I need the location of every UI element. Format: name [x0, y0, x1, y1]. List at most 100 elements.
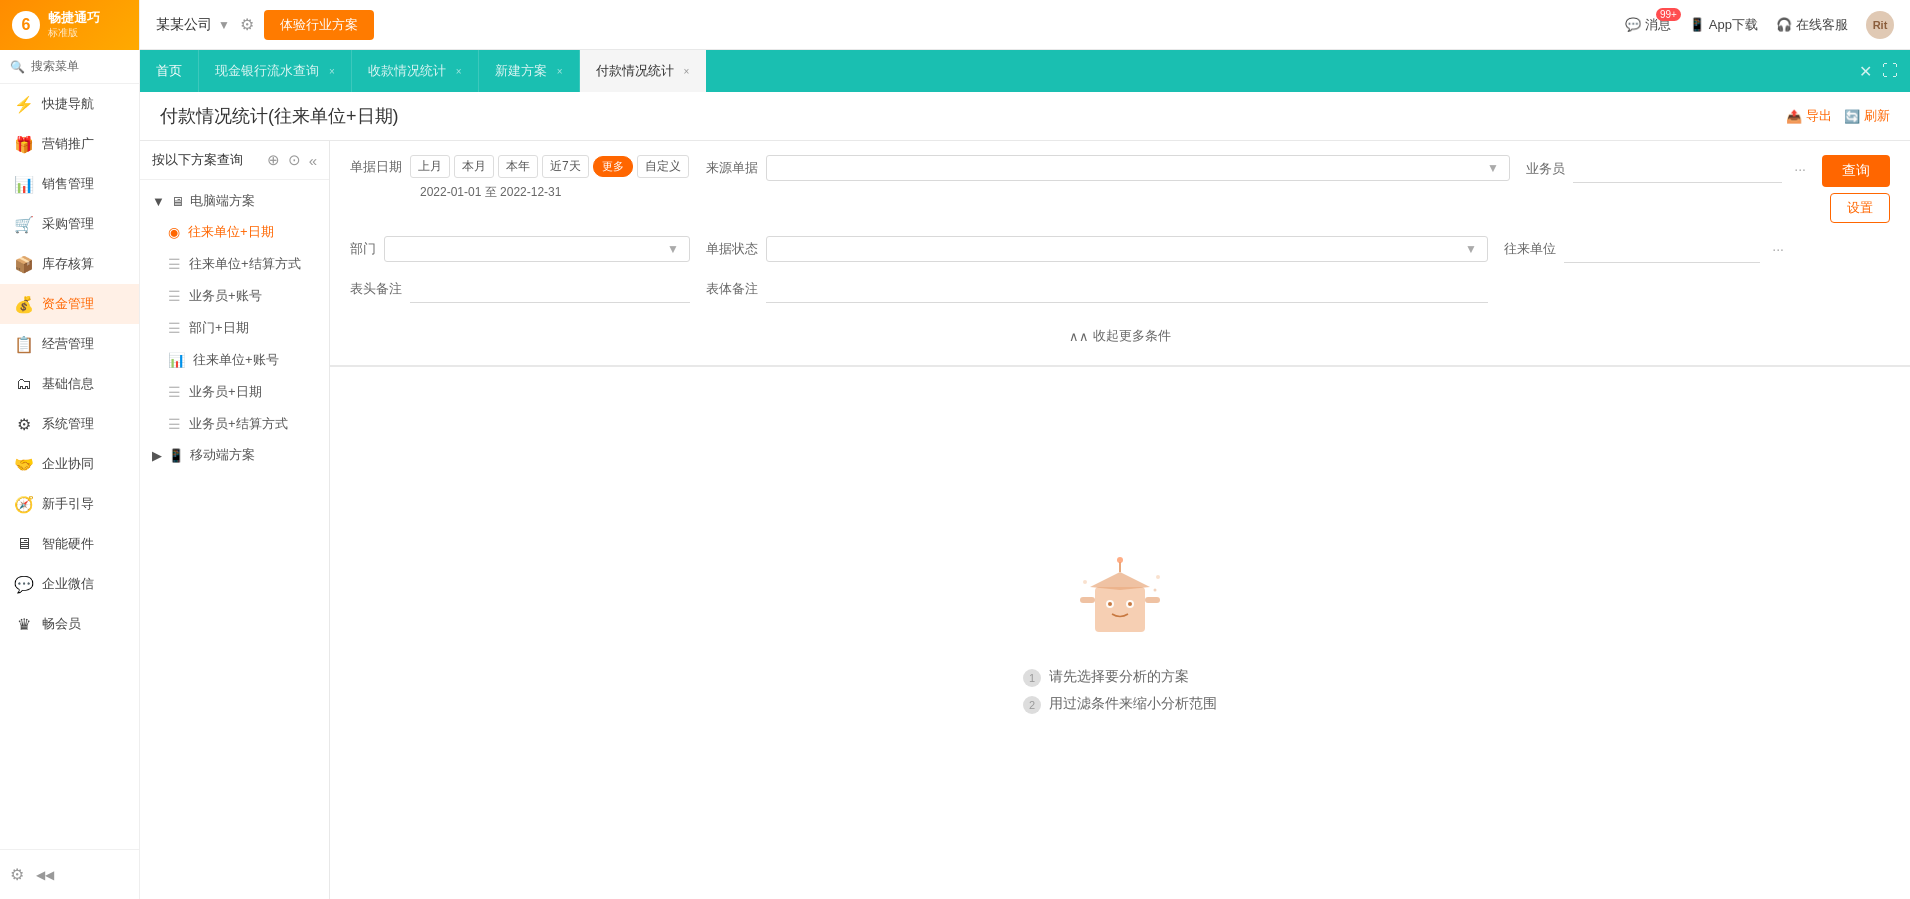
unit-settle-label: 往来单位+结算方式: [189, 255, 301, 273]
scheme-item-unit-account[interactable]: 📊 往来单位+账号: [140, 344, 329, 376]
tab-payment-stats[interactable]: 付款情况统计 ×: [580, 50, 707, 92]
refresh-button[interactable]: 🔄 刷新: [1844, 107, 1890, 125]
setting-button[interactable]: 设置: [1830, 193, 1890, 223]
tab-payment-stats-label: 付款情况统计: [596, 62, 674, 80]
scheme-add-icon[interactable]: ⊕: [267, 151, 280, 169]
unit-date-icon: ◉: [168, 224, 180, 240]
step1-num: 1: [1023, 669, 1041, 687]
sidebar: 6 畅捷通巧 标准版 🔍 搜索菜单 ⚡ 快捷导航 🎁 营销推广 📊 销售管理 🛒…: [0, 0, 140, 899]
header-note-label: 表头备注: [350, 280, 402, 298]
scheme-group-pc-header[interactable]: ▼ 🖥 电脑端方案: [140, 186, 329, 216]
sidebar-item-wechat[interactable]: 💬 企业微信: [0, 564, 139, 604]
step1-text: 请先选择要分析的方案: [1049, 668, 1189, 686]
collapse-conditions-button[interactable]: ∧∧ 收起更多条件: [1069, 327, 1171, 345]
scheme-settings-icon[interactable]: ⊙: [288, 151, 301, 169]
purchase-icon: 🛒: [14, 214, 34, 234]
date-btn-custom[interactable]: 自定义: [637, 155, 689, 178]
header-settings-icon[interactable]: ⚙: [240, 15, 254, 34]
tab-close-all-icon[interactable]: ✕: [1859, 62, 1872, 81]
collapse-label: 收起更多条件: [1093, 327, 1171, 345]
unit-date-label: 往来单位+日期: [188, 223, 274, 241]
body-note-label: 表体备注: [706, 280, 758, 298]
tab-receivable-label: 收款情况统计: [368, 62, 446, 80]
tab-receivable-close-icon[interactable]: ×: [456, 66, 462, 77]
company-selector[interactable]: 某某公司 ▼: [156, 16, 230, 34]
tab-bank-flow[interactable]: 现金银行流水查询 ×: [199, 50, 352, 92]
scheme-group-mobile-header[interactable]: ▶ 📱 移动端方案: [140, 440, 329, 470]
staff-account-label: 业务员+账号: [189, 287, 262, 305]
query-button[interactable]: 查询: [1822, 155, 1890, 187]
tab-bank-flow-close-icon[interactable]: ×: [329, 66, 335, 77]
staff-settle-icon: ☰: [168, 416, 181, 432]
footer-collapse-icon[interactable]: ◀◀: [36, 868, 54, 882]
sidebar-item-member[interactable]: ♛ 畅会员: [0, 604, 139, 644]
quick-nav-label: 快捷导航: [42, 95, 94, 113]
svg-point-9: [1117, 557, 1123, 563]
partner-dots-icon[interactable]: ···: [1772, 241, 1784, 257]
tab-actions: ✕ ⛶: [1847, 50, 1910, 92]
sidebar-logo: 6 畅捷通巧 标准版: [0, 0, 139, 50]
scheme-item-unit-settle[interactable]: ☰ 往来单位+结算方式: [140, 248, 329, 280]
logo-name: 畅捷通巧: [48, 10, 100, 26]
scheme-item-staff-account[interactable]: ☰ 业务员+账号: [140, 280, 329, 312]
search-label: 搜索菜单: [31, 58, 79, 75]
message-badge: 99+: [1656, 8, 1681, 21]
source-select[interactable]: ▼: [766, 155, 1510, 181]
pc-group-label: 电脑端方案: [190, 192, 255, 210]
sales-icon: 📊: [14, 174, 34, 194]
source-chevron-icon: ▼: [1487, 161, 1499, 175]
sidebar-item-guide[interactable]: 🧭 新手引导: [0, 484, 139, 524]
export-button[interactable]: 📤 导出: [1786, 107, 1832, 125]
tab-payment-stats-close-icon[interactable]: ×: [684, 66, 690, 77]
tab-new-scheme[interactable]: 新建方案 ×: [479, 50, 580, 92]
sidebar-item-enterprise[interactable]: 🤝 企业协同: [0, 444, 139, 484]
svg-point-5: [1128, 602, 1132, 606]
scheme-group-pc: ▼ 🖥 电脑端方案 ◉ 往来单位+日期 ☰ 往来单位+结算方式: [140, 186, 329, 440]
date-btn-this-year[interactable]: 本年: [498, 155, 538, 178]
enterprise-label: 企业协同: [42, 455, 94, 473]
sidebar-item-system[interactable]: ⚙ 系统管理: [0, 404, 139, 444]
tab-home[interactable]: 首页: [140, 50, 199, 92]
user-avatar[interactable]: Rit: [1866, 11, 1894, 39]
doc-status-select[interactable]: ▼: [766, 236, 1488, 262]
sidebar-footer: ⚙ ◀◀: [0, 849, 139, 899]
scheme-item-unit-date[interactable]: ◉ 往来单位+日期: [140, 216, 329, 248]
trial-button[interactable]: 体验行业方案: [264, 10, 374, 40]
sidebar-item-basic[interactable]: 🗂 基础信息: [0, 364, 139, 404]
date-btn-more[interactable]: 更多: [593, 156, 633, 177]
finance-icon: 💰: [14, 294, 34, 314]
tab-maximize-icon[interactable]: ⛶: [1882, 62, 1898, 80]
sidebar-item-finance[interactable]: 💰 资金管理: [0, 284, 139, 324]
sidebar-search[interactable]: 🔍 搜索菜单: [0, 50, 139, 84]
footer-settings-icon[interactable]: ⚙: [10, 865, 24, 884]
scheme-collapse-icon[interactable]: «: [309, 152, 317, 169]
page-header-actions: 📤 导出 🔄 刷新: [1786, 107, 1890, 125]
purchase-label: 采购管理: [42, 215, 94, 233]
staff-dots-icon[interactable]: ···: [1794, 161, 1806, 177]
sidebar-item-sales[interactable]: 📊 销售管理: [0, 164, 139, 204]
empty-illustration: [1070, 552, 1170, 652]
scheme-item-dept-date[interactable]: ☰ 部门+日期: [140, 312, 329, 344]
sidebar-item-operation[interactable]: 📋 经营管理: [0, 324, 139, 364]
empty-step-1: 1 请先选择要分析的方案: [1023, 668, 1217, 687]
scheme-item-staff-settle[interactable]: ☰ 业务员+结算方式: [140, 408, 329, 440]
tab-new-scheme-close-icon[interactable]: ×: [557, 66, 563, 77]
sidebar-item-marketing[interactable]: 🎁 营销推广: [0, 124, 139, 164]
date-btn-last-month[interactable]: 上月: [410, 155, 450, 178]
sidebar-item-inventory[interactable]: 📦 库存核算: [0, 244, 139, 284]
service-action[interactable]: 🎧 在线客服: [1776, 16, 1848, 34]
tab-receivable[interactable]: 收款情况统计 ×: [352, 50, 479, 92]
app-download-action[interactable]: 📱 App下载: [1689, 16, 1758, 34]
date-btn-this-month[interactable]: 本月: [454, 155, 494, 178]
sidebar-item-purchase[interactable]: 🛒 采购管理: [0, 204, 139, 244]
dept-select[interactable]: ▼: [384, 236, 690, 262]
date-btn-7days[interactable]: 近7天: [542, 155, 589, 178]
unit-settle-icon: ☰: [168, 256, 181, 272]
tab-new-scheme-label: 新建方案: [495, 62, 547, 80]
sidebar-item-hardware[interactable]: 🖥 智能硬件: [0, 524, 139, 564]
system-label: 系统管理: [42, 415, 94, 433]
scheme-item-staff-date[interactable]: ☰ 业务员+日期: [140, 376, 329, 408]
basic-icon: 🗂: [14, 374, 34, 394]
sidebar-item-quick-nav[interactable]: ⚡ 快捷导航: [0, 84, 139, 124]
message-action[interactable]: 💬 消息 99+: [1625, 16, 1671, 34]
